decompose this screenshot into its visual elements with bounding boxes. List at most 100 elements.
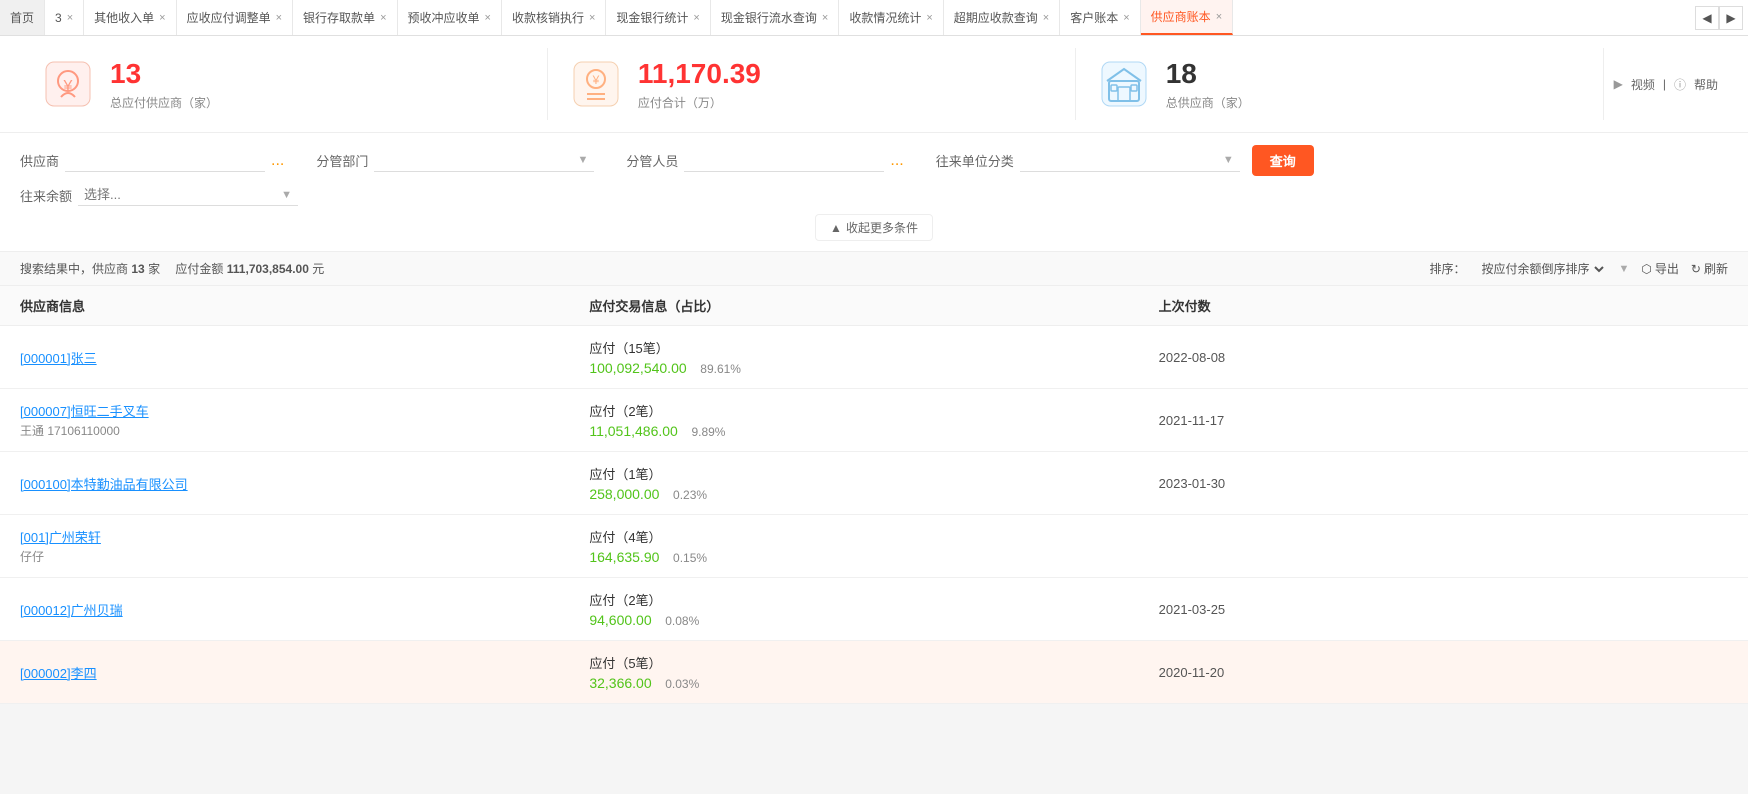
amount-icon: ¥: [568, 56, 624, 112]
top-right-links: ▶ 视频 | ⓘ 帮助: [1604, 48, 1728, 120]
nav-tab-verify[interactable]: 收款核销执行 ×: [502, 0, 606, 35]
nav-tab-3-close[interactable]: ×: [67, 12, 73, 24]
sort-select[interactable]: 按应付余额倒序排序: [1478, 261, 1607, 277]
nav-tab-cash-flow-label: 现金银行流水查询: [721, 9, 817, 26]
dept-filter-label: 分管部门: [316, 151, 368, 170]
nav-tab-customer-book-label: 客户账本: [1070, 9, 1118, 26]
filter-area: 供应商 ... 分管部门 ▼ 分管人员 ... 往来单位分类 ▼: [0, 133, 1748, 252]
nav-prev-arrow[interactable]: ◀: [1695, 6, 1719, 30]
nav-tab-overdue[interactable]: 超期应收款查询 ×: [944, 0, 1060, 35]
nav-tab-3-label: 3: [55, 11, 62, 25]
supplier-filter-label: 供应商: [20, 151, 59, 170]
nav-tab-adjust-close[interactable]: ×: [276, 12, 282, 24]
collapse-button[interactable]: ▲ 收起更多条件: [815, 214, 933, 241]
nav-tab-advance-close[interactable]: ×: [485, 12, 491, 24]
nav-tab-cash-stat-close[interactable]: ×: [693, 12, 699, 24]
category-chevron-icon: ▼: [1223, 154, 1234, 166]
filter-balance: 往来余额 ▼: [20, 184, 298, 206]
nav-tab-receipt-stat[interactable]: 收款情况统计 ×: [839, 0, 943, 35]
nav-tab-bank[interactable]: 银行存取款单 ×: [293, 0, 397, 35]
supplier-cell-3: [001]广州荣轩 仔仔: [20, 527, 589, 565]
balance-filter-input[interactable]: [84, 187, 281, 202]
table-row: [000012]广州贝瑞 应付（2笔） 94,600.00 0.08% 2021…: [0, 578, 1748, 641]
nav-tab-home[interactable]: 首页: [0, 0, 45, 35]
nav-tab-customer-book[interactable]: 客户账本 ×: [1060, 0, 1140, 35]
tx-amount-0: 100,092,540.00: [589, 360, 686, 376]
filter-row-2: 往来余额 ▼: [20, 184, 1728, 206]
table-row: [000001]张三 应付（15笔） 100,092,540.00 89.61%…: [0, 326, 1748, 389]
last-payment-5: 2020-11-20: [1159, 665, 1225, 680]
last-payment-cell-2: 2023-01-30: [1159, 476, 1728, 491]
nav-tab-other-income-close[interactable]: ×: [159, 12, 165, 24]
help-link[interactable]: 帮助: [1694, 76, 1718, 93]
supplier-filter-input[interactable]: [65, 150, 265, 172]
result-amount-prefix: 应付金额: [175, 262, 223, 276]
video-link[interactable]: 视频: [1631, 76, 1655, 93]
nav-tab-verify-close[interactable]: ×: [589, 12, 595, 24]
nav-tab-cash-stat-label: 现金银行统计: [616, 9, 688, 26]
nav-tab-cash-flow[interactable]: 现金银行流水查询 ×: [711, 0, 839, 35]
category-filter-input[interactable]: [1026, 153, 1223, 168]
search-button[interactable]: 查询: [1252, 145, 1314, 176]
tx-percent-3: 0.15%: [673, 551, 707, 565]
stat-amount-info: 11,170.39 应付合计（万）: [638, 58, 761, 111]
tx-label-4: 应付（2笔）: [589, 590, 1158, 609]
nav-tab-cash-flow-close[interactable]: ×: [822, 12, 828, 24]
result-prefix: 搜索结果中，供应商: [20, 262, 128, 276]
nav-tab-supplier-book-close[interactable]: ×: [1216, 11, 1222, 23]
col-supplier-info: 供应商信息: [20, 296, 589, 315]
nav-tab-supplier-book-label: 供应商账本: [1151, 8, 1211, 25]
balance-filter-container[interactable]: ▼: [78, 184, 298, 206]
tx-cell-3: 应付（4笔） 164,635.90 0.15%: [589, 527, 1158, 565]
person-filter-label: 分管人员: [626, 151, 678, 170]
supplier-link-2[interactable]: [000100]本特勤油品有限公司: [20, 477, 188, 492]
supplier-payable-icon: ¥: [40, 56, 96, 112]
stat-payable-number: 13: [110, 58, 218, 90]
tx-amount-5: 32,366.00: [589, 675, 651, 691]
supplier-link-0[interactable]: [000001]张三: [20, 351, 97, 366]
dept-filter-input[interactable]: [380, 153, 577, 168]
tx-amount-row-4: 94,600.00 0.08%: [589, 612, 1158, 628]
balance-chevron-icon: ▼: [281, 189, 292, 201]
collapse-label: 收起更多条件: [846, 219, 918, 236]
stats-banner: ¥ 13 总应付供应商（家） ¥ 11,170.39 应付合计（万）: [0, 36, 1748, 133]
supplier-link-1[interactable]: [000007]恒旺二手叉车: [20, 404, 149, 419]
filter-row-1: 供应商 ... 分管部门 ▼ 分管人员 ... 往来单位分类 ▼: [20, 145, 1728, 176]
refresh-button[interactable]: ↻ 刷新: [1691, 260, 1728, 277]
nav-tab-receipt-stat-close[interactable]: ×: [926, 12, 932, 24]
last-payment-1: 2021-11-17: [1159, 413, 1225, 428]
top-navigation: 首页 3 × 其他收入单 × 应收应付调整单 × 银行存取款单 × 预收冲应收单…: [0, 0, 1748, 36]
tx-cell-0: 应付（15笔） 100,092,540.00 89.61%: [589, 338, 1158, 376]
nav-tab-advance[interactable]: 预收冲应收单 ×: [398, 0, 502, 35]
nav-tab-customer-book-close[interactable]: ×: [1123, 12, 1129, 24]
nav-tab-adjust-label: 应收应付调整单: [187, 9, 271, 26]
nav-next-arrow[interactable]: ▶: [1719, 6, 1743, 30]
supplier-link-4[interactable]: [000012]广州贝瑞: [20, 603, 123, 618]
person-filter-dots[interactable]: ...: [890, 152, 903, 170]
supplier-link-3[interactable]: [001]广州荣轩: [20, 530, 101, 545]
nav-tab-adjust[interactable]: 应收应付调整单 ×: [177, 0, 293, 35]
last-payment-0: 2022-08-08: [1159, 350, 1226, 365]
nav-tab-bank-close[interactable]: ×: [380, 12, 386, 24]
supplier-cell-1: [000007]恒旺二手叉车 王通 17106110000: [20, 401, 589, 439]
nav-tab-3[interactable]: 3 ×: [45, 0, 84, 35]
nav-tab-supplier-book[interactable]: 供应商账本 ×: [1141, 0, 1233, 35]
supplier-link-5[interactable]: [000002]李四: [20, 666, 97, 681]
export-button[interactable]: ⬡ 导出: [1641, 260, 1679, 277]
last-payment-cell-5: 2020-11-20: [1159, 665, 1728, 680]
dept-filter-container[interactable]: ▼: [374, 150, 594, 172]
total-supplier-icon: [1096, 56, 1152, 112]
stat-payable-label: 总应付供应商（家）: [110, 94, 218, 111]
nav-tab-verify-label: 收款核销执行: [512, 9, 584, 26]
tx-amount-1: 11,051,486.00: [589, 423, 678, 439]
collapse-icon: ▲: [830, 221, 842, 235]
person-filter-input[interactable]: [684, 150, 884, 172]
supplier-filter-dots[interactable]: ...: [271, 152, 284, 170]
category-filter-container[interactable]: ▼: [1020, 150, 1240, 172]
nav-tab-cash-stat[interactable]: 现金银行统计 ×: [606, 0, 710, 35]
nav-tab-other-income[interactable]: 其他收入单 ×: [84, 0, 176, 35]
filter-dept: 分管部门 ▼: [316, 150, 594, 172]
tx-percent-1: 9.89%: [691, 425, 725, 439]
nav-tab-overdue-close[interactable]: ×: [1043, 12, 1049, 24]
stat-amount-label: 应付合计（万）: [638, 94, 761, 111]
